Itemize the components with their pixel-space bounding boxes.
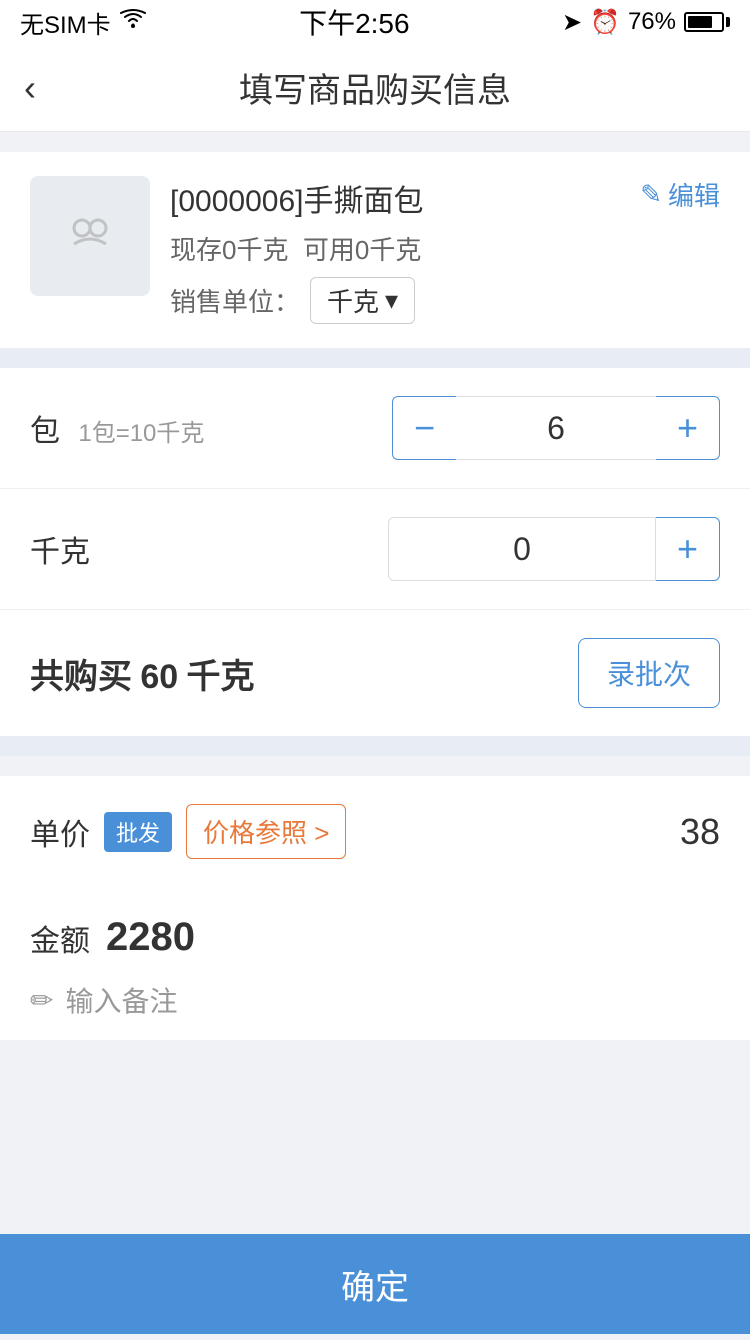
package-plus-button[interactable]: + xyxy=(656,396,720,460)
product-stock: 现存0千克 可用0千克 xyxy=(170,230,720,267)
battery-icon xyxy=(684,12,730,32)
package-label: 包 1包=10千克 xyxy=(30,406,392,450)
kilo-label: 千克 xyxy=(30,527,388,571)
input-section: 包 1包=10千克 − + 千克 + xyxy=(0,368,750,610)
note-placeholder: 输入备注 xyxy=(65,980,177,1020)
confirm-text: 确定 xyxy=(341,1260,409,1309)
status-time: 下午2:56 xyxy=(299,2,410,42)
amount-value: 2280 xyxy=(106,915,195,960)
amount-section: 金额 2280 ✏ 输入备注 xyxy=(0,887,750,1040)
batch-tag: 批发 xyxy=(104,812,172,852)
nav-bar: ‹ 填写商品购买信息 xyxy=(0,44,750,132)
total-row: 共购买 60 千克 录批次 xyxy=(0,610,750,736)
package-stepper: − + xyxy=(392,396,720,460)
note-row[interactable]: ✏ 输入备注 xyxy=(30,980,720,1020)
price-value: 38 xyxy=(680,811,720,853)
status-right: ➤ ⏰ 76% xyxy=(562,8,730,37)
status-bar: 无SIM卡 下午2:56 ➤ ⏰ 76% xyxy=(0,0,750,44)
price-row: 单价 批发 价格参照 > 38 xyxy=(0,776,750,887)
total-text: 共购买 60 千克 xyxy=(30,649,255,698)
kilo-row: 千克 + xyxy=(0,489,750,610)
back-button[interactable]: ‹ xyxy=(24,67,36,109)
kilo-plus-button[interactable]: + xyxy=(656,517,720,581)
pencil-icon: ✏ xyxy=(30,984,53,1017)
price-ref-button[interactable]: 价格参照 > xyxy=(186,804,346,859)
package-sub-label: 1包=10千克 xyxy=(78,420,204,447)
package-input[interactable] xyxy=(456,396,656,460)
kilo-input[interactable] xyxy=(388,517,656,581)
alarm-icon: ⏰ xyxy=(590,8,620,37)
edit-icon: ✎ xyxy=(640,179,662,210)
edit-button[interactable]: ✎ 编辑 xyxy=(640,176,720,213)
product-name: [0000006]手撕面包 xyxy=(170,176,720,220)
wifi-icon xyxy=(119,8,147,36)
divider-1 xyxy=(0,348,750,368)
location-icon: ➤ xyxy=(562,8,582,37)
status-left: 无SIM卡 xyxy=(20,5,147,40)
unit-select[interactable]: 千克 ▾ xyxy=(310,277,415,324)
page-title: 填写商品购买信息 xyxy=(239,63,511,112)
product-card: [0000006]手撕面包 现存0千克 可用0千克 销售单位： 千克 ▾ ✎ 编… xyxy=(0,152,750,348)
package-row: 包 1包=10千克 − + xyxy=(0,368,750,489)
price-left: 单价 批发 价格参照 > xyxy=(30,804,346,859)
batch-button[interactable]: 录批次 xyxy=(578,638,720,708)
amount-label: 金额 xyxy=(30,916,90,960)
carrier-text: 无SIM卡 xyxy=(20,5,111,40)
confirm-bar[interactable]: 确定 xyxy=(0,1234,750,1334)
package-minus-button[interactable]: − xyxy=(392,396,456,460)
kilo-input-group: + xyxy=(388,517,720,581)
divider-2 xyxy=(0,736,750,756)
product-unit-row: 销售单位： 千克 ▾ xyxy=(170,277,720,324)
battery-text: 76% xyxy=(628,8,676,36)
product-info: [0000006]手撕面包 现存0千克 可用0千克 销售单位： 千克 ▾ xyxy=(170,176,720,324)
product-image xyxy=(30,176,150,296)
amount-row: 金额 2280 xyxy=(30,915,720,960)
price-label: 单价 xyxy=(30,810,90,854)
